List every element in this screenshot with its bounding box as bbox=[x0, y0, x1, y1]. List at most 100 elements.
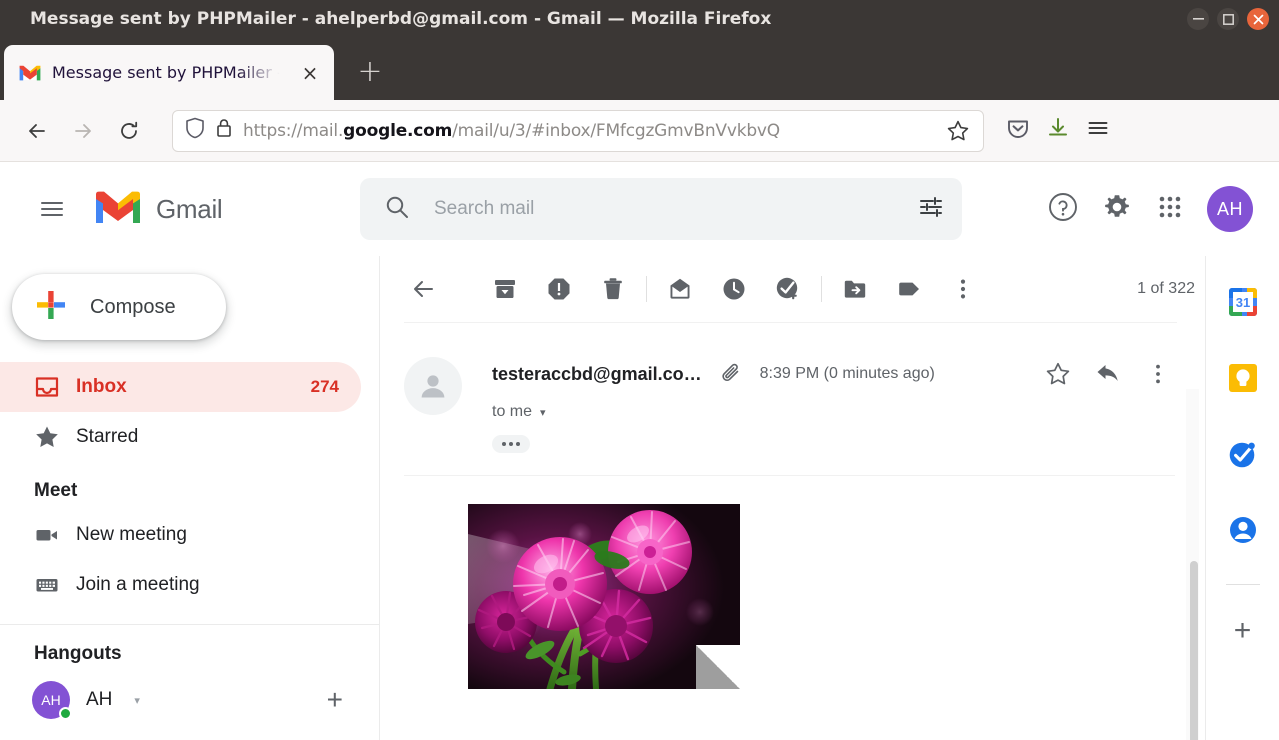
sidebar-item-inbox[interactable]: Inbox 274 bbox=[0, 362, 361, 412]
inbox-unread-count: 274 bbox=[310, 377, 339, 396]
gmail-body: Compose Inbox 274 Starred Meet New meeti… bbox=[0, 256, 1279, 740]
recipient-label: to me bbox=[492, 403, 533, 420]
star-icon[interactable] bbox=[1041, 357, 1075, 391]
message-scrollbar-thumb[interactable] bbox=[1190, 561, 1198, 740]
help-icon[interactable] bbox=[1047, 191, 1079, 228]
mail-pane: 1 of 322 testeraccbd@gmail.co… 8:39 PM (… bbox=[380, 256, 1205, 740]
lock-icon[interactable] bbox=[215, 117, 233, 144]
more-options-icon[interactable] bbox=[1141, 357, 1175, 391]
delete-icon[interactable] bbox=[586, 262, 640, 316]
url-prefix: https://mail. bbox=[243, 120, 344, 141]
gmail-logo-text: Gmail bbox=[156, 193, 223, 224]
back-to-inbox-button[interactable] bbox=[396, 262, 450, 316]
add-to-tasks-icon[interactable] bbox=[761, 262, 815, 316]
account-avatar[interactable]: AH bbox=[1207, 186, 1253, 232]
message-recipient-row[interactable]: to me ▾ bbox=[492, 403, 1205, 421]
window-titlebar: Message sent by PHPMailer - ahelperbd@gm… bbox=[0, 0, 1279, 38]
url-domain: google.com bbox=[343, 120, 453, 141]
more-options-icon[interactable] bbox=[936, 262, 990, 316]
svg-text:31: 31 bbox=[1235, 295, 1249, 310]
show-details-button[interactable] bbox=[492, 435, 530, 453]
close-button[interactable] bbox=[1247, 8, 1269, 30]
google-contacts-icon[interactable] bbox=[1219, 506, 1267, 554]
tune-icon[interactable] bbox=[918, 194, 944, 225]
search-mail-bar[interactable]: Search mail bbox=[360, 178, 962, 240]
toolbar-separator bbox=[646, 276, 647, 302]
download-icon[interactable] bbox=[1046, 116, 1070, 145]
hangouts-add-button[interactable]: + bbox=[327, 686, 343, 714]
sidebar-item-join-meeting[interactable]: Join a meeting bbox=[0, 560, 361, 610]
sidebar-item-label: Join a meeting bbox=[76, 574, 200, 595]
forward-button[interactable] bbox=[62, 110, 104, 152]
mail-toolbar: 1 of 322 bbox=[380, 256, 1205, 322]
report-spam-icon[interactable] bbox=[532, 262, 586, 316]
url-bar[interactable]: https://mail.google.com/mail/u/3/#inbox/… bbox=[172, 109, 984, 152]
gmail-sidebar: Compose Inbox 274 Starred Meet New meeti… bbox=[0, 256, 380, 740]
message-scroll-area: testeraccbd@gmail.co… 8:39 PM (0 minutes… bbox=[380, 323, 1205, 740]
reload-button[interactable] bbox=[108, 110, 150, 152]
bookmark-star-icon[interactable] bbox=[945, 118, 971, 144]
sender-address[interactable]: testeraccbd@gmail.co… bbox=[492, 364, 702, 385]
browser-tab[interactable]: Message sent by PHPMailer - ahelperbd@gm… bbox=[4, 45, 334, 100]
pocket-icon[interactable] bbox=[1006, 116, 1030, 145]
sidebar-item-label: New meeting bbox=[76, 524, 187, 545]
sender-avatar bbox=[404, 357, 462, 415]
sidebar-divider bbox=[0, 624, 379, 625]
reply-icon[interactable] bbox=[1091, 357, 1125, 391]
chevron-down-icon[interactable]: ▾ bbox=[134, 694, 140, 707]
url-suffix: /mail/u/3/#inbox/FMfcgzGmvBnVvkbvQ bbox=[452, 120, 780, 141]
minimize-button[interactable] bbox=[1187, 8, 1209, 30]
archive-icon[interactable] bbox=[478, 262, 532, 316]
dot bbox=[502, 442, 506, 446]
navigation-toolbar: https://mail.google.com/mail/u/3/#inbox/… bbox=[0, 100, 1279, 162]
back-button[interactable] bbox=[16, 110, 58, 152]
sidebar-item-label: Starred bbox=[76, 426, 139, 447]
side-panel-rail: 31 + bbox=[1205, 256, 1279, 740]
sidebar-item-starred[interactable]: Starred bbox=[0, 412, 361, 462]
search-icon[interactable] bbox=[384, 194, 410, 225]
window-title: Message sent by PHPMailer - ahelperbd@gm… bbox=[30, 9, 772, 29]
firefox-window: Message sent by PHPMailer - ahelperbd@gm… bbox=[0, 0, 1279, 740]
hangouts-avatar: AH bbox=[32, 681, 72, 720]
online-status-dot bbox=[59, 707, 72, 720]
keyboard-icon bbox=[34, 572, 76, 598]
message-actions bbox=[1041, 357, 1205, 391]
snooze-icon[interactable] bbox=[707, 262, 761, 316]
compose-button[interactable]: Compose bbox=[12, 274, 226, 340]
hangouts-section-title: Hangouts bbox=[34, 643, 122, 664]
mark-unread-icon[interactable] bbox=[653, 262, 707, 316]
meet-section-title: Meet bbox=[34, 480, 78, 501]
shield-icon[interactable] bbox=[185, 117, 205, 144]
apps-grid-icon[interactable] bbox=[1155, 192, 1185, 227]
gmail-header: Gmail Search mail AH bbox=[0, 162, 1279, 256]
window-controls bbox=[1187, 8, 1269, 30]
rail-divider bbox=[1225, 584, 1260, 585]
search-input[interactable]: Search mail bbox=[434, 198, 894, 220]
new-tab-button[interactable]: + bbox=[348, 50, 392, 94]
google-tasks-icon[interactable] bbox=[1219, 430, 1267, 478]
inbox-icon bbox=[34, 374, 76, 400]
sidebar-item-new-meeting[interactable]: New meeting bbox=[0, 510, 361, 560]
hamburger-menu-icon[interactable] bbox=[1086, 116, 1110, 145]
chevron-down-icon[interactable]: ▾ bbox=[540, 406, 546, 419]
maximize-button[interactable] bbox=[1217, 8, 1239, 30]
attachment-image-wrapper[interactable] bbox=[468, 504, 740, 689]
tab-strip: Message sent by PHPMailer - ahelperbd@gm… bbox=[0, 38, 1279, 100]
get-addons-button[interactable]: + bbox=[1219, 607, 1267, 655]
main-menu-icon[interactable] bbox=[28, 185, 76, 233]
gmail-logo[interactable]: Gmail bbox=[94, 188, 334, 231]
google-calendar-icon[interactable]: 31 bbox=[1219, 278, 1267, 326]
tab-close-icon[interactable]: × bbox=[300, 63, 320, 83]
tab-title: Message sent by PHPMailer - ahelperbd@gm… bbox=[52, 63, 290, 82]
paperclip-icon bbox=[720, 363, 742, 385]
message-meta-row: testeraccbd@gmail.co… 8:39 PM (0 minutes… bbox=[492, 357, 1205, 391]
image-fold-corner bbox=[696, 645, 740, 689]
labels-icon[interactable] bbox=[882, 262, 936, 316]
move-to-icon[interactable] bbox=[828, 262, 882, 316]
dot bbox=[516, 442, 520, 446]
hangouts-avatar-initials: AH bbox=[41, 692, 61, 708]
hangouts-user-row[interactable]: AH AH ▾ + bbox=[0, 673, 379, 727]
gear-icon[interactable] bbox=[1101, 191, 1133, 228]
url-text[interactable]: https://mail.google.com/mail/u/3/#inbox/… bbox=[243, 120, 935, 141]
google-keep-icon[interactable] bbox=[1219, 354, 1267, 402]
